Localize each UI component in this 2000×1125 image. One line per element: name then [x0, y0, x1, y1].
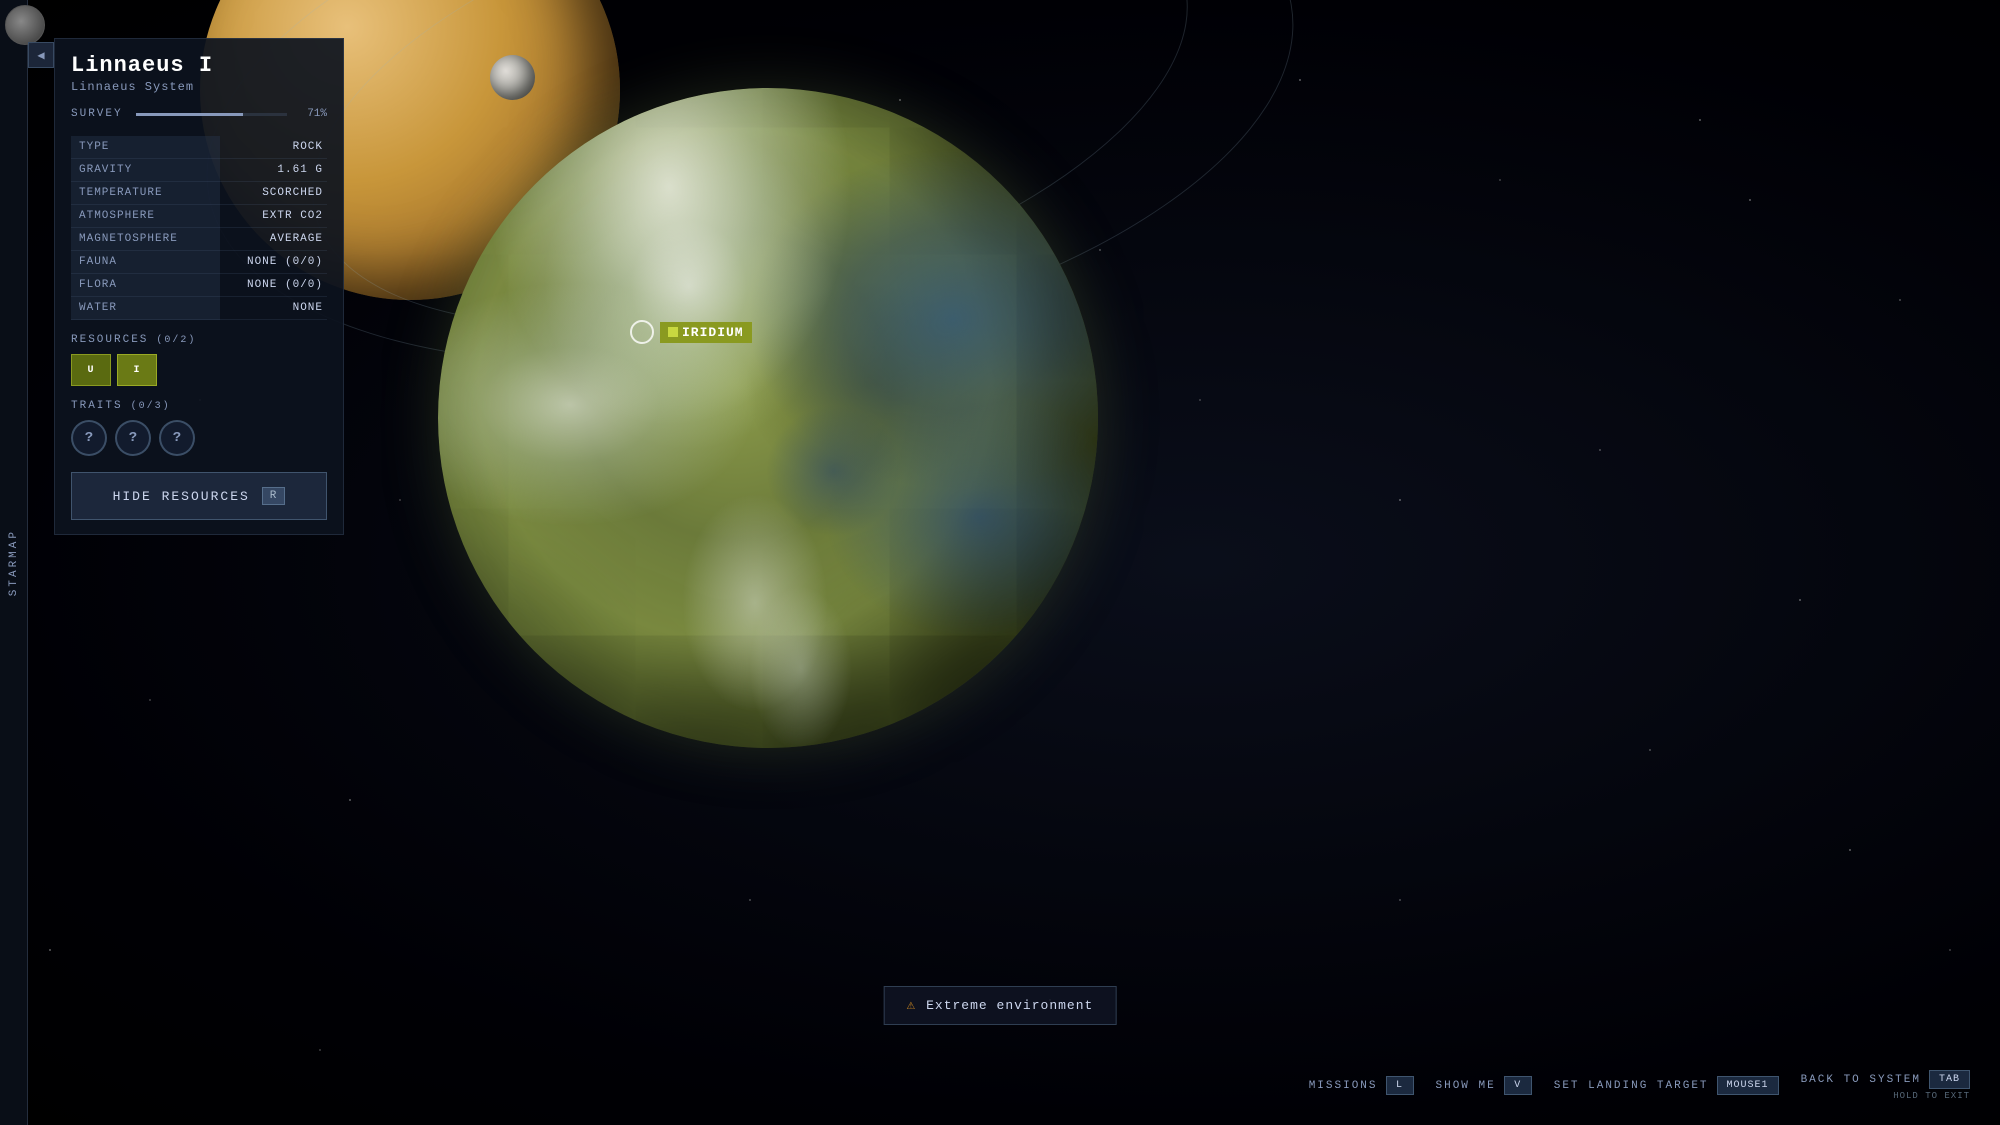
planet-name: Linnaeus I: [71, 53, 327, 78]
stats-row-value: NONE (0/0): [220, 251, 327, 274]
stats-row-value: NONE (0/0): [220, 274, 327, 297]
background-moon: [490, 55, 535, 100]
traits-label: TRAITS: [71, 400, 123, 412]
back-to-system-hud-item: BACK TO SYSTEM TAB HOLD TO EXIT: [1801, 1070, 1970, 1101]
avatar: [5, 5, 45, 45]
traits-header: TRAITS (0/3): [71, 400, 327, 412]
iridium-tag: IRIDIUM: [660, 322, 752, 343]
back-to-system-label: BACK TO SYSTEM: [1801, 1074, 1921, 1086]
resource-iridium: I: [117, 354, 157, 386]
starmap-sidebar: STARMAP: [0, 0, 28, 1125]
back-to-system-key[interactable]: TAB: [1929, 1070, 1970, 1089]
iridium-location-circle: [630, 320, 654, 344]
stats-row-value: NONE: [220, 297, 327, 320]
stats-table: TYPE ROCK GRAVITY 1.61 G TEMPERATURE SCO…: [71, 136, 327, 320]
hide-resources-button[interactable]: HIDE RESOURCES R: [71, 472, 327, 520]
hide-resources-label: HIDE RESOURCES: [113, 489, 250, 504]
set-landing-hud-item: SET LANDING TARGET MOUSE1: [1554, 1076, 1779, 1095]
stats-row-label: TEMPERATURE: [71, 182, 220, 205]
extreme-environment-warning: ⚠ Extreme environment: [884, 986, 1117, 1025]
resources-row: U I: [71, 354, 327, 386]
stats-row: MAGNETOSPHERE AVERAGE: [71, 228, 327, 251]
stats-row: ATMOSPHERE EXTR CO2: [71, 205, 327, 228]
resources-label: RESOURCES: [71, 334, 148, 346]
iridium-dot: [668, 327, 678, 337]
iridium-tag-text: IRIDIUM: [682, 325, 744, 340]
survey-bar: [136, 113, 287, 116]
stats-row: TYPE ROCK: [71, 136, 327, 159]
warning-text: Extreme environment: [926, 998, 1093, 1013]
stats-row: WATER NONE: [71, 297, 327, 320]
bottom-hud: MISSIONS L SHOW ME V SET LANDING TARGET …: [1309, 1070, 1970, 1101]
collapse-arrow-icon: ◀: [37, 48, 44, 63]
stats-row-label: FLORA: [71, 274, 220, 297]
iridium-label: IRIDIUM: [630, 320, 752, 344]
system-name: Linnaeus System: [71, 80, 327, 94]
starmap-label: STARMAP: [8, 529, 20, 596]
hide-resources-key-badge: R: [262, 487, 286, 505]
trait-2[interactable]: ?: [115, 420, 151, 456]
stats-row-label: GRAVITY: [71, 159, 220, 182]
stats-row: FAUNA NONE (0/0): [71, 251, 327, 274]
resources-count: (0/2): [156, 335, 196, 346]
stats-row-value: AVERAGE: [220, 228, 327, 251]
collapse-panel-button[interactable]: ◀: [28, 42, 54, 68]
stats-row-label: TYPE: [71, 136, 220, 159]
show-me-key[interactable]: V: [1504, 1076, 1532, 1095]
info-panel: Linnaeus I Linnaeus System SURVEY 71% TY…: [54, 38, 344, 535]
survey-percent: 71%: [297, 108, 327, 120]
stats-row-value: 1.61 G: [220, 159, 327, 182]
traits-count: (0/3): [131, 401, 171, 412]
trait-1[interactable]: ?: [71, 420, 107, 456]
stats-row-label: WATER: [71, 297, 220, 320]
set-landing-label: SET LANDING TARGET: [1554, 1080, 1709, 1092]
show-me-label: SHOW ME: [1436, 1080, 1496, 1092]
set-landing-key[interactable]: MOUSE1: [1717, 1076, 1779, 1095]
traits-row: ? ? ?: [71, 420, 327, 456]
stats-row-label: ATMOSPHERE: [71, 205, 220, 228]
stats-row-value: ROCK: [220, 136, 327, 159]
trait-3[interactable]: ?: [159, 420, 195, 456]
survey-row: SURVEY 71%: [71, 108, 327, 120]
resources-header: RESOURCES (0/2): [71, 334, 327, 346]
main-planet: [438, 88, 1098, 748]
resource-uranium: U: [71, 354, 111, 386]
warning-icon: ⚠: [907, 997, 916, 1014]
stats-row: GRAVITY 1.61 G: [71, 159, 327, 182]
survey-label: SURVEY: [71, 108, 126, 120]
stats-row-value: EXTR CO2: [220, 205, 327, 228]
stats-row: FLORA NONE (0/0): [71, 274, 327, 297]
show-me-hud-item: SHOW ME V: [1436, 1076, 1532, 1095]
stats-row-label: MAGNETOSPHERE: [71, 228, 220, 251]
stats-row-value: SCORCHED: [220, 182, 327, 205]
survey-bar-fill: [136, 113, 243, 116]
missions-hud-item: MISSIONS L: [1309, 1076, 1414, 1095]
hold-to-exit-label: HOLD TO EXIT: [1893, 1091, 1970, 1101]
missions-key[interactable]: L: [1386, 1076, 1414, 1095]
missions-label: MISSIONS: [1309, 1080, 1378, 1092]
stats-row: TEMPERATURE SCORCHED: [71, 182, 327, 205]
stats-row-label: FAUNA: [71, 251, 220, 274]
